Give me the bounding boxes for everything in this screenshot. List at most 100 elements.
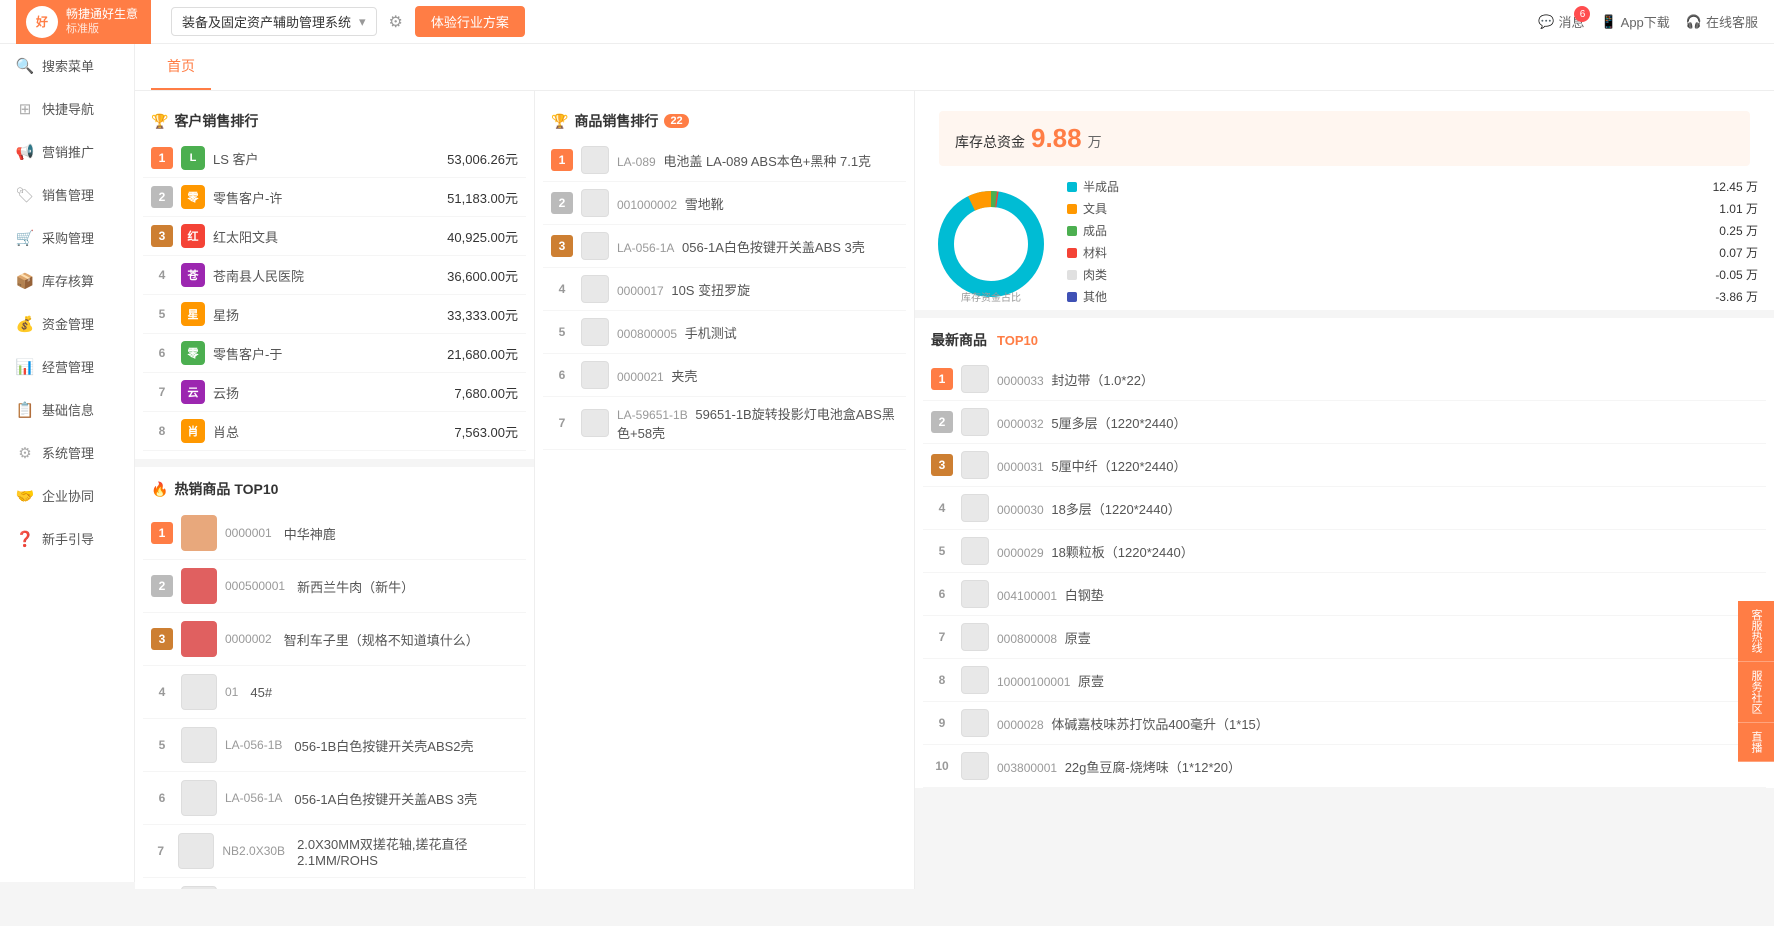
newest-rank-5: 5 — [931, 540, 953, 562]
newest-rank-1: 1 — [931, 368, 953, 390]
legend-dot-1 — [1067, 182, 1077, 192]
hot-product-img-4 — [181, 674, 217, 710]
logo-area: 好 畅捷通好生意 标准版 — [16, 0, 151, 44]
sidebar-item-inventory[interactable]: 📦 库存核算 — [0, 259, 134, 302]
sidebar-item-operation[interactable]: 📊 经营管理 — [0, 345, 134, 388]
sidebar-item-search[interactable]: 🔍 搜索菜单 — [0, 44, 134, 87]
list-icon: 📋 — [16, 401, 34, 419]
customer-badge-3: 红 — [181, 224, 205, 248]
tab-home[interactable]: 首页 — [151, 44, 211, 90]
newest-item-10: 10 003800001 22g鱼豆腐-烧烤味（1*12*20） — [923, 745, 1766, 788]
float-btn-community[interactable]: 服务社区 — [1738, 662, 1774, 723]
search-icon: 🔍 — [16, 57, 34, 75]
hot-code-2: 000500001 — [225, 579, 285, 593]
hot-product-5: 5 LA-056-1B 056-1B白色按键开关壳ABS2壳 — [143, 719, 526, 772]
newest-img-3 — [961, 451, 989, 479]
rank-number-1: 1 — [151, 147, 173, 169]
sidebar-item-sales[interactable]: 🏷 销售管理 — [0, 173, 134, 216]
sidebar-item-coop[interactable]: 🤝 企业协同 — [0, 474, 134, 517]
settings-icon[interactable]: ⚙ — [389, 12, 403, 32]
newest-info-1: 0000033 封边带（1.0*22） — [997, 370, 1758, 389]
customer-badge-2: 零 — [181, 185, 205, 209]
float-btn-service[interactable]: 客服热线 — [1738, 601, 1774, 662]
float-buttons: 客服热线 服务社区 直播 — [1738, 601, 1774, 762]
prod-rank-7: 7 — [551, 412, 573, 434]
hot-code-7: NB2.0X30B — [222, 844, 285, 858]
chart-icon: 📊 — [16, 358, 34, 376]
hot-product-img-1 — [181, 515, 217, 551]
product-rank-item-3: 3 LA-056-1A 056-1A白色按键开关盖ABS 3壳 — [543, 225, 906, 268]
newest-item-4: 4 0000030 18多层（1220*2440） — [923, 487, 1766, 530]
hot-product-img-8 — [181, 886, 217, 889]
header-right: 💬 消息 6 📱 App下载 🎧 在线客服 — [1538, 12, 1758, 31]
trial-button[interactable]: 体验行业方案 — [415, 6, 525, 37]
prod-img-2 — [581, 189, 609, 217]
prod-img-7 — [581, 409, 609, 437]
float-btn-live[interactable]: 直播 — [1738, 723, 1774, 762]
hot-product-img-2 — [181, 568, 217, 604]
inventory-title: 库存总资金 9.88 万 — [955, 123, 1734, 154]
sidebar-item-marketing[interactable]: 📢 营销推广 — [0, 130, 134, 173]
newest-info-3: 0000031 5厘中纤（1220*2440） — [997, 456, 1758, 475]
newest-rank-3: 3 — [931, 454, 953, 476]
prod-rank-6: 6 — [551, 364, 573, 386]
hot-rank-7: 7 — [151, 840, 170, 862]
newest-img-8 — [961, 666, 989, 694]
rank-item-5: 5 星 星扬 33,333.00元 — [143, 295, 526, 334]
sidebar-item-guide[interactable]: ❓ 新手引导 — [0, 517, 134, 560]
prod-code-1: LA-089 — [617, 155, 656, 169]
newest-info-6: 004100001 白钢垫 — [997, 585, 1758, 604]
prod-info-2: 001000002 雪地靴 — [617, 194, 898, 213]
prod-name-6: 夹壳 — [671, 369, 697, 384]
hot-name-5: 056-1B白色按键开关壳ABS2壳 — [294, 736, 473, 755]
system-select[interactable]: 装备及固定资产辅助管理系统 ▾ — [171, 7, 377, 36]
product-rank-title: 🏆 商品销售排行 22 — [535, 99, 914, 139]
message-action[interactable]: 💬 消息 6 — [1538, 12, 1584, 31]
prod-info-1: LA-089 电池盖 LA-089 ABS本色+黑种 7.1克 — [617, 151, 898, 170]
online-service-action[interactable]: 🎧 在线客服 — [1686, 12, 1758, 31]
customer-name-7: 云扬 — [213, 383, 446, 402]
legend-item-2: 文具 1.01 万 — [1067, 200, 1758, 217]
rank-number-8: 8 — [151, 420, 173, 442]
hot-name-4: 45# — [250, 685, 272, 700]
customer-name-1: LS 客户 — [213, 149, 439, 168]
logo-icon: 好 — [26, 6, 58, 38]
rank-item-7: 7 云 云扬 7,680.00元 — [143, 373, 526, 412]
hot-product-img-3 — [181, 621, 217, 657]
customer-name-3: 红太阳文具 — [213, 227, 439, 246]
newest-info-5: 0000029 18颗粒板（1220*2440） — [997, 542, 1758, 561]
gear-icon: ⚙ — [16, 444, 34, 462]
prod-code-7: LA-59651-1B — [617, 408, 688, 422]
newest-img-7 — [961, 623, 989, 651]
prod-info-3: LA-056-1A 056-1A白色按键开关盖ABS 3壳 — [617, 237, 898, 256]
newest-rank-10: 10 — [931, 755, 953, 777]
sidebar-item-nav[interactable]: ⊞ 快捷导航 — [0, 87, 134, 130]
box-icon: 📦 — [16, 272, 34, 290]
app-download-action[interactable]: 📱 App下载 — [1600, 12, 1669, 31]
sidebar-item-base[interactable]: 📋 基础信息 — [0, 388, 134, 431]
newest-item-3: 3 0000031 5厘中纤（1220*2440） — [923, 444, 1766, 487]
rank-number-7: 7 — [151, 381, 173, 403]
prod-name-2: 雪地靴 — [685, 197, 724, 212]
message-badge: 6 — [1574, 6, 1590, 22]
product-rank-section: 🏆 商品销售排行 22 1 LA-089 电池盖 LA-089 ABS本色+黑种… — [535, 91, 914, 458]
prod-rank-3: 3 — [551, 235, 573, 257]
rank-item-8: 8 肖 肖总 7,563.00元 — [143, 412, 526, 451]
sidebar-item-system[interactable]: ⚙ 系统管理 — [0, 431, 134, 474]
customer-badge-8: 肖 — [181, 419, 205, 443]
rank-number-6: 6 — [151, 342, 173, 364]
megaphone-icon: 📢 — [16, 143, 34, 161]
sidebar-item-finance[interactable]: 💰 资金管理 — [0, 302, 134, 345]
customer-rank-section: 🏆 客户销售排行 1 L LS 客户 53,006.26元 2 零 零售客户-许… — [135, 91, 534, 459]
cart-icon: 🛒 — [16, 229, 34, 247]
hot-product-7: 7 NB2.0X30B 2.0X30MM双搓花轴,搓花直径2.1MM/ROHS — [143, 825, 526, 878]
prod-info-5: 000800005 手机测试 — [617, 323, 898, 342]
right-column: 库存总资金 9.88 万 — [915, 91, 1774, 889]
customer-badge-1: L — [181, 146, 205, 170]
prod-img-3 — [581, 232, 609, 260]
sidebar-item-purchase[interactable]: 🛒 采购管理 — [0, 216, 134, 259]
newest-item-1: 1 0000033 封边带（1.0*22） — [923, 358, 1766, 401]
prod-name-3: 056-1A白色按键开关盖ABS 3壳 — [682, 240, 865, 255]
newest-rank-4: 4 — [931, 497, 953, 519]
newest-rank-2: 2 — [931, 411, 953, 433]
